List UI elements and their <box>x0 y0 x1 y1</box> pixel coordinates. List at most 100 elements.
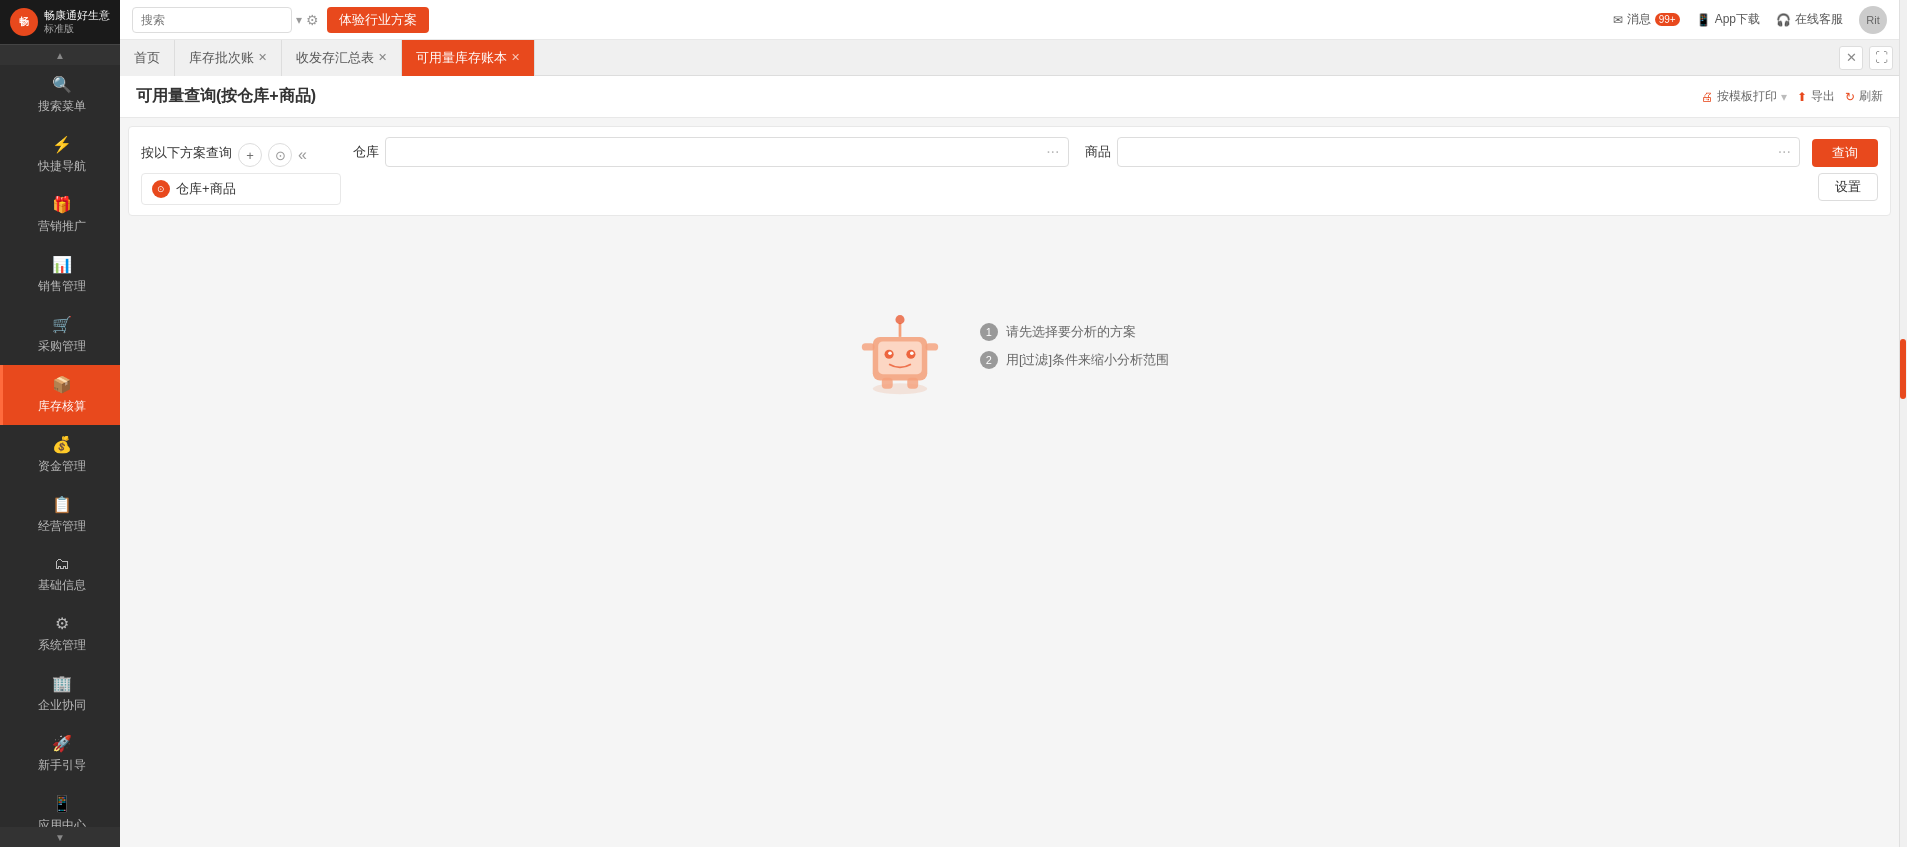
gear-icon[interactable]: ⚙ <box>306 12 319 28</box>
sidebar-item-label: 应用中心 <box>38 817 86 827</box>
tab-close-icon[interactable]: ✕ <box>378 51 387 64</box>
search-icon: 🔍 <box>52 75 72 94</box>
warehouse-more-icon[interactable]: ··· <box>1046 143 1059 161</box>
sidebar-item-finance[interactable]: 💰资金管理 <box>0 425 120 485</box>
print-label: 按模板打印 <box>1717 88 1777 105</box>
app-icon: 📱 <box>1696 13 1711 27</box>
sidebar-scroll-down[interactable]: ▼ <box>0 827 120 847</box>
empty-state: 1 请先选择要分析的方案 2 用[过滤]条件来缩小分析范围 <box>120 216 1899 476</box>
tab-close-icon[interactable]: ✕ <box>258 51 267 64</box>
collapse-btn[interactable]: « <box>298 146 307 164</box>
scheme-icon: ⊙ <box>152 180 170 198</box>
tab-batch[interactable]: 库存批次账 ✕ <box>175 40 282 76</box>
sidebar-item-operation[interactable]: 📋经营管理 <box>0 485 120 545</box>
sidebar-item-label: 资金管理 <box>38 458 86 475</box>
operation-icon: 📋 <box>52 495 72 514</box>
sidebar-item-sales[interactable]: 📊销售管理 <box>0 245 120 305</box>
search-input[interactable] <box>132 7 292 33</box>
sidebar-title: 畅康通好生意 <box>44 8 110 22</box>
sidebar-item-label: 企业协同 <box>38 697 86 714</box>
product-input[interactable]: ··· <box>1117 137 1801 167</box>
sidebar-item-label: 库存核算 <box>38 398 86 415</box>
sidebar-subtitle: 标准版 <box>44 22 110 36</box>
sidebar-item-marketing[interactable]: 🎁营销推广 <box>0 185 120 245</box>
warehouse-field: 仓库 ··· <box>353 137 1069 167</box>
query-actions: 查询 设置 <box>1812 137 1878 201</box>
sidebar-item-label: 系统管理 <box>38 637 86 654</box>
message-item[interactable]: ✉ 消息 99+ <box>1613 11 1680 28</box>
add-scheme-btn[interactable]: + <box>238 143 262 167</box>
sidebar-item-enterprise[interactable]: 🏢 企业协同 <box>0 664 120 724</box>
app-download-item[interactable]: 📱 App下载 <box>1696 11 1760 28</box>
warehouse-label: 仓库 <box>353 143 379 161</box>
filter-row-1: 仓库 ··· 商品 ··· <box>353 137 1800 167</box>
print-action[interactable]: 🖨 按模板打印 ▾ <box>1701 88 1787 105</box>
sidebar-item-label: 基础信息 <box>38 577 86 594</box>
basic-icon: 🗂 <box>54 555 70 573</box>
tab-close-icon[interactable]: ✕ <box>511 51 520 64</box>
sidebar-item-label: 快捷导航 <box>38 158 86 175</box>
online-service-label: 在线客服 <box>1795 11 1843 28</box>
empty-tips: 1 请先选择要分析的方案 2 用[过滤]条件来缩小分析范围 <box>980 323 1169 369</box>
scheme-label: 仓库+商品 <box>176 180 236 198</box>
topbar: ▾ ⚙ 体验行业方案 ✉ 消息 99+ 📱 App下载 🎧 在线客服 Rit <box>120 0 1899 40</box>
headset-icon: 🎧 <box>1776 13 1791 27</box>
avatar: Rit <box>1859 6 1887 34</box>
scheme-settings-btn[interactable]: ⊙ <box>268 143 292 167</box>
print-chevron-icon: ▾ <box>1781 90 1787 104</box>
refresh-action[interactable]: ↻ 刷新 <box>1845 88 1883 105</box>
product-more-icon[interactable]: ··· <box>1778 143 1791 161</box>
guide-icon: 🚀 <box>52 734 72 753</box>
sidebar-item-apps[interactable]: 📱 应用中心 <box>0 784 120 827</box>
tab-summary[interactable]: 收发存汇总表✕ <box>282 40 402 76</box>
sidebar-item-inventory[interactable]: 📦库存核算 <box>0 365 120 425</box>
close-tab-btn[interactable]: ✕ <box>1839 46 1863 70</box>
sidebar-item-guide[interactable]: 🚀新手引导 <box>0 724 120 784</box>
svg-rect-9 <box>862 343 875 350</box>
topbar-right: ✉ 消息 99+ 📱 App下载 🎧 在线客服 Rit <box>1613 6 1887 34</box>
product-field: 商品 ··· <box>1085 137 1801 167</box>
sidebar-item-label: 搜索菜单 <box>38 98 86 115</box>
sidebar-item-basic[interactable]: 🗂 基础信息 <box>0 545 120 604</box>
sidebar-item-purchase[interactable]: 🛒 采购管理 <box>0 305 120 365</box>
sidebar-item-quick[interactable]: ⚡ 快捷导航 <box>0 125 120 185</box>
purchase-icon: 🛒 <box>52 315 72 334</box>
tab-available[interactable]: 可用量库存账本 ✕ <box>402 40 535 76</box>
industry-btn[interactable]: 体验行业方案 <box>327 7 429 33</box>
sidebar-item-search[interactable]: 🔍 搜索菜单 <box>0 65 120 125</box>
tab-label: 库存批次账 <box>189 49 254 67</box>
tab-label: 可用量库存账本 <box>416 49 507 67</box>
export-action[interactable]: ⬆ 导出 <box>1797 88 1835 105</box>
query-button[interactable]: 查询 <box>1812 139 1878 167</box>
chevron-down-icon[interactable]: ▾ <box>296 13 302 27</box>
scheme-item-warehouse-product[interactable]: ⊙ 仓库+商品 <box>142 174 340 204</box>
maximize-tab-btn[interactable]: ⛶ <box>1869 46 1893 70</box>
filter-panel: 按以下方案查询 + ⊙ « ⊙ 仓库+商品 仓库 <box>128 126 1891 216</box>
apps-icon: 📱 <box>52 794 72 813</box>
scrollbar-thumb <box>1900 339 1906 399</box>
filter-actions: + ⊙ « <box>238 143 307 167</box>
quick-icon: ⚡ <box>52 135 72 154</box>
right-scrollbar[interactable] <box>1899 0 1907 847</box>
online-service-item[interactable]: 🎧 在线客服 <box>1776 11 1843 28</box>
page-header-actions: 🖨 按模板打印 ▾ ⬆ 导出 ↻ 刷新 <box>1701 88 1883 105</box>
sidebar-item-label: 采购管理 <box>38 338 86 355</box>
sales-icon: 📊 <box>52 255 72 274</box>
page-header: 可用量查询(按仓库+商品) 🖨 按模板打印 ▾ ⬆ 导出 ↻ 刷新 <box>120 76 1899 118</box>
settings-button[interactable]: 设置 <box>1818 173 1878 201</box>
message-label: 消息 <box>1627 11 1651 28</box>
app-download-label: App下载 <box>1715 11 1760 28</box>
sidebar-item-label: 营销推广 <box>38 218 86 235</box>
tab-home[interactable]: 首页 <box>120 40 175 76</box>
warehouse-input[interactable]: ··· <box>385 137 1069 167</box>
user-avatar-item[interactable]: Rit <box>1859 6 1887 34</box>
svg-point-0 <box>873 383 928 394</box>
sidebar-item-system[interactable]: ⚙系统管理 <box>0 604 120 664</box>
svg-rect-2 <box>878 341 922 374</box>
sidebar-scroll-up[interactable]: ▲ <box>0 45 120 65</box>
main-area: ▾ ⚙ 体验行业方案 ✉ 消息 99+ 📱 App下载 🎧 在线客服 Rit <box>120 0 1899 847</box>
filter-scheme-list: ⊙ 仓库+商品 <box>141 173 341 205</box>
sidebar-logo: 畅 <box>10 8 38 36</box>
enterprise-icon: 🏢 <box>52 674 72 693</box>
svg-rect-11 <box>882 378 893 389</box>
